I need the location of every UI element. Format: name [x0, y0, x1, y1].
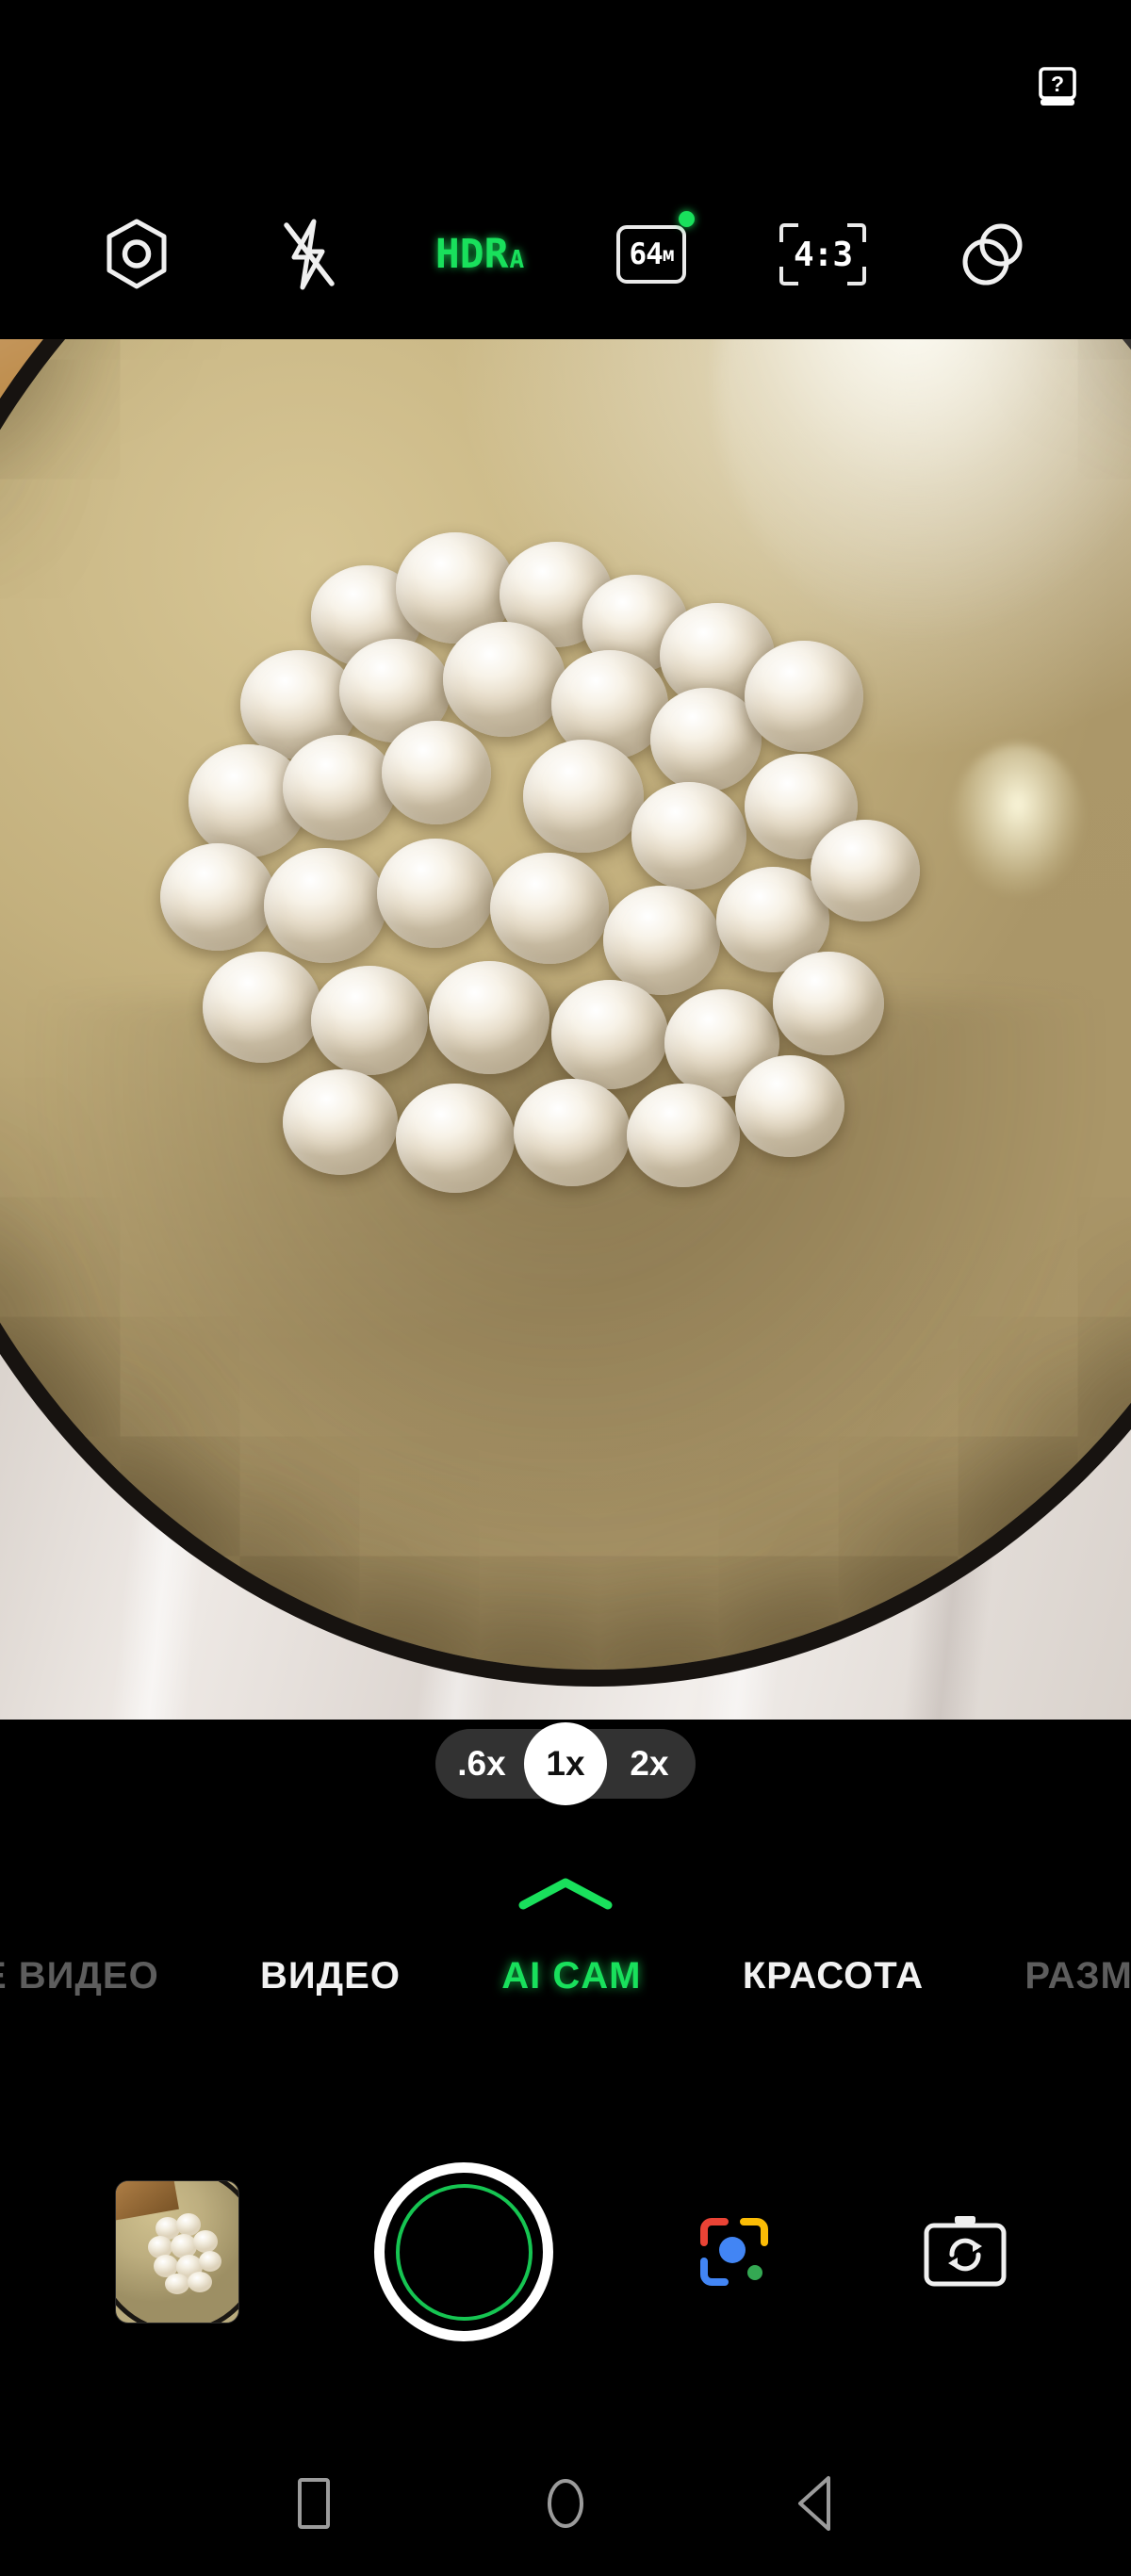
- zoom-control-bar[interactable]: .6x 1x 2x: [435, 1722, 696, 1805]
- google-lens-icon: [699, 2218, 768, 2286]
- zoom-option-1x[interactable]: 1x: [524, 1722, 607, 1805]
- settings-hexagon-icon: [107, 219, 167, 289]
- hdr-label: HDR: [434, 231, 509, 278]
- svg-text:?: ?: [1051, 72, 1064, 96]
- switch-camera-button[interactable]: [914, 2201, 1016, 2303]
- modes-expand-button[interactable]: [516, 1875, 615, 1913]
- hdr-auto-icon: HDR A: [435, 231, 524, 278]
- settings-button[interactable]: [88, 205, 186, 303]
- recents-button[interactable]: [270, 2460, 357, 2547]
- shutter-inner-ring: [395, 2183, 533, 2321]
- home-button[interactable]: [522, 2460, 609, 2547]
- back-button[interactable]: [774, 2460, 861, 2547]
- help-manual-button[interactable]: ?: [1029, 58, 1086, 115]
- switch-camera-icon: [924, 2216, 1007, 2287]
- status-bar: ?: [0, 0, 1131, 170]
- hdr-button[interactable]: HDR A: [431, 205, 529, 303]
- resolution-badge-dot: [679, 211, 695, 227]
- camera-viewfinder[interactable]: [0, 339, 1131, 1720]
- filters-button[interactable]: [945, 205, 1043, 303]
- aspect-ratio-button[interactable]: 4:3: [774, 205, 872, 303]
- flash-off-icon: [284, 219, 335, 290]
- aspect-ratio-label: 4:3: [793, 235, 853, 274]
- mode-tab-ai-cam[interactable]: AI CAM: [486, 1955, 656, 1997]
- mode-tab-beauty[interactable]: КРАСОТА: [728, 1955, 939, 1997]
- shutter-button[interactable]: [374, 2162, 554, 2341]
- mode-tab-blur[interactable]: РАЗМЫ: [1009, 1955, 1131, 1997]
- resolution-icon: 64 м: [616, 225, 686, 284]
- zoom-option-0.6x[interactable]: .6x: [441, 1729, 522, 1799]
- chevron-up-icon: [518, 1878, 613, 1910]
- recents-square-icon: [298, 2478, 331, 2529]
- resolution-button[interactable]: 64 м: [602, 205, 700, 303]
- back-triangle-icon: [797, 2476, 830, 2531]
- camera-preview-scene: [0, 339, 1131, 1720]
- filters-icon: [962, 223, 1023, 285]
- flash-toggle-button[interactable]: [259, 205, 357, 303]
- mode-tab-video[interactable]: ВИДЕО: [245, 1955, 416, 1997]
- mode-tab-slow-video[interactable]: Е ВИДЕО: [0, 1955, 174, 1997]
- camera-mode-tabs[interactable]: Е ВИДЕО ВИДЕО AI CAM КРАСОТА РАЗМЫ: [0, 1922, 1131, 2030]
- bracket-bottom-right: [847, 267, 866, 285]
- help-manual-icon: ?: [1039, 67, 1076, 106]
- bracket-top-right: [847, 223, 866, 242]
- resolution-label: 64: [629, 237, 664, 271]
- home-circle-icon: [547, 2479, 583, 2528]
- android-navigation-bar: [0, 2431, 1131, 2576]
- zoom-option-2x[interactable]: 2x: [609, 1729, 690, 1799]
- camera-bottom-controls: [0, 2073, 1131, 2431]
- gallery-thumbnail-button[interactable]: [115, 2180, 239, 2323]
- resolution-unit: м: [662, 243, 675, 266]
- camera-top-toolbar: HDR A 64 м 4:3: [0, 170, 1131, 339]
- hdr-sublabel: A: [509, 246, 525, 274]
- aspect-ratio-icon: 4:3: [779, 223, 866, 285]
- bracket-top-left: [779, 223, 798, 242]
- bracket-bottom-left: [779, 267, 798, 285]
- dumpling-cluster: [0, 339, 1131, 1720]
- google-lens-button[interactable]: [689, 2207, 779, 2297]
